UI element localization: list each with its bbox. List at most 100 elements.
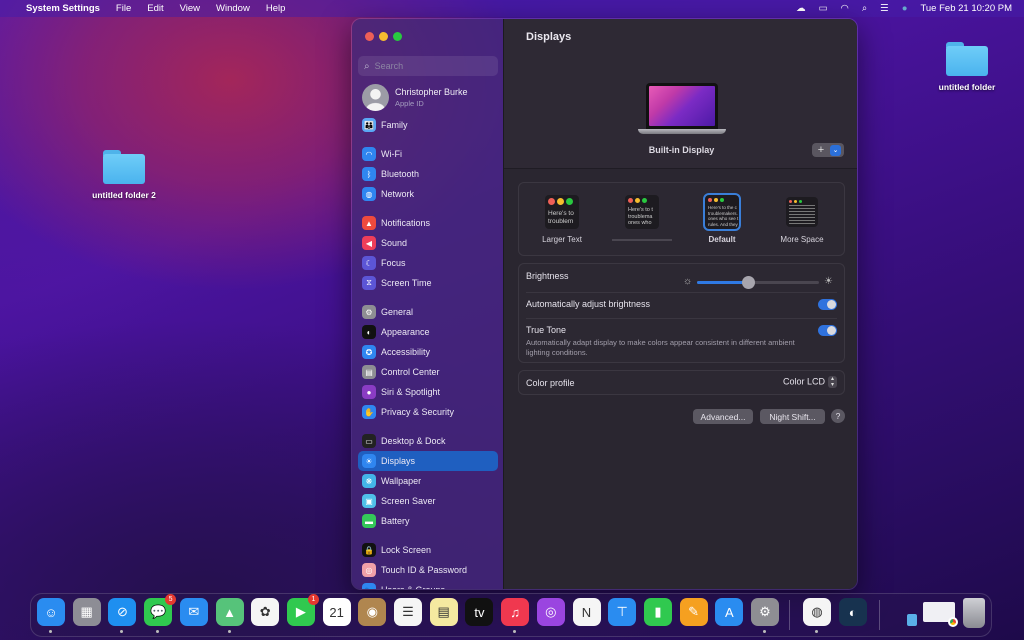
- sidebar: ⌕ Search Christopher Burke Apple ID 👪 Fam…: [352, 19, 504, 589]
- bluetooth-icon: ᛒ: [362, 167, 376, 181]
- sidebar-item-appearance[interactable]: ◐ Appearance: [358, 322, 498, 342]
- desktop-folder[interactable]: untitled folder 2: [79, 150, 169, 200]
- maps-icon: ▲: [223, 604, 236, 620]
- sidebar-item-displays[interactable]: ☀ Displays: [358, 451, 498, 471]
- mail-icon: ✉: [188, 604, 200, 619]
- dock-app-launchpad[interactable]: ▦: [72, 598, 101, 626]
- focus-icon: ☾: [362, 256, 376, 270]
- resolution-option-more-space[interactable]: More Space: [767, 195, 837, 244]
- true-tone-toggle[interactable]: [818, 325, 837, 336]
- dock-app-app-store[interactable]: A: [715, 598, 744, 626]
- finder-icon: ☺: [44, 604, 58, 620]
- reminders-icon: ☰: [402, 604, 414, 619]
- sidebar-item-focus[interactable]: ☾ Focus: [358, 253, 498, 273]
- pages-icon: ✎: [688, 604, 700, 619]
- sidebar-item-label: Desktop & Dock: [381, 436, 446, 446]
- sidebar-item-wi-fi[interactable]: ◠ Wi-Fi: [358, 144, 498, 164]
- family-icon: 👪: [362, 118, 376, 132]
- chevron-down-icon[interactable]: ⌄: [830, 144, 841, 156]
- spotlight-search-icon[interactable]: ⌕: [862, 3, 867, 14]
- trash-icon[interactable]: [963, 598, 985, 628]
- dock-app-calendar[interactable]: 21: [322, 598, 351, 626]
- battery-icon[interactable]: ▭: [819, 3, 828, 14]
- dock-app-mail[interactable]: ✉: [179, 598, 208, 626]
- sidebar-item-screen-time[interactable]: ⧖ Screen Time: [358, 273, 498, 293]
- desktop-folder[interactable]: untitled folder: [922, 42, 1012, 92]
- advanced-button[interactable]: Advanced...: [693, 409, 753, 424]
- clock[interactable]: Tue Feb 21 10:20 PM: [920, 3, 1012, 14]
- sidebar-item-accessibility[interactable]: ✪ Accessibility: [358, 342, 498, 362]
- notification-badge: 5: [165, 594, 177, 605]
- apple-id-profile[interactable]: Christopher Burke Apple ID: [362, 84, 468, 111]
- minimize-button[interactable]: [379, 32, 388, 41]
- sidebar-item-screen-saver[interactable]: ▣ Screen Saver: [358, 491, 498, 511]
- sidebar-item-control-center[interactable]: ▤ Control Center: [358, 362, 498, 382]
- sidebar-item-label: Appearance: [381, 327, 430, 337]
- menu-file[interactable]: File: [116, 3, 131, 14]
- dock-app-steam[interactable]: ◐: [838, 598, 867, 626]
- resolution-label: Default: [708, 235, 736, 244]
- sidebar-item-sound[interactable]: ◀ Sound: [358, 233, 498, 253]
- siri-icon[interactable]: ●: [902, 3, 908, 14]
- dock-app-keynote[interactable]: ⊤: [608, 598, 637, 626]
- search-input[interactable]: ⌕ Search: [358, 56, 498, 76]
- night-shift-button[interactable]: Night Shift...: [760, 409, 825, 424]
- sidebar-item-notifications[interactable]: ▲ Notifications: [358, 213, 498, 233]
- battery-icon: ▬: [362, 514, 376, 528]
- resolution-option[interactable]: Here's to t troublema ones who: [607, 195, 677, 241]
- dock-app-photos[interactable]: ✿: [251, 598, 280, 626]
- photos-icon: ✿: [259, 604, 271, 619]
- dock-app-numbers[interactable]: ▮: [643, 598, 672, 626]
- color-profile-select[interactable]: Color LCD ▴ ▾: [783, 376, 837, 388]
- sidebar-item-wallpaper[interactable]: ❋ Wallpaper: [358, 471, 498, 491]
- sidebar-item-network[interactable]: ◍ Network: [358, 184, 498, 204]
- menu-edit[interactable]: Edit: [147, 3, 163, 14]
- menu-help[interactable]: Help: [266, 3, 286, 14]
- sidebar-item-family[interactable]: 👪 Family: [358, 115, 498, 135]
- dock-app-messages[interactable]: 💬 5: [144, 594, 177, 626]
- laptop-display-icon[interactable]: [638, 83, 726, 139]
- slider-thumb[interactable]: [742, 276, 756, 289]
- resolution-option-larger-text[interactable]: Here's to troublem Larger Text: [527, 195, 597, 244]
- dock-app-notes[interactable]: ▤: [429, 598, 458, 626]
- sidebar-item-privacy-security[interactable]: ✋ Privacy & Security: [358, 402, 498, 422]
- dock-app-maps[interactable]: ▲: [215, 598, 244, 626]
- dock-app-music[interactable]: ♫: [501, 598, 530, 626]
- sidebar-item-lock-screen[interactable]: 🔒 Lock Screen: [358, 540, 498, 560]
- close-button[interactable]: [365, 32, 374, 41]
- dock-app-apple-tv[interactable]: tv: [465, 598, 494, 626]
- sidebar-item-touch-id-password[interactable]: ◎ Touch ID & Password: [358, 560, 498, 580]
- sidebar-item-bluetooth[interactable]: ᛒ Bluetooth: [358, 164, 498, 184]
- sidebar-item-siri-spotlight[interactable]: ● Siri & Spotlight: [358, 382, 498, 402]
- dock-app-reminders[interactable]: ☰: [394, 598, 422, 626]
- dock-app-finder[interactable]: ☺: [37, 598, 65, 626]
- sidebar-item-general[interactable]: ⚙ General: [358, 302, 498, 322]
- creative-cloud-icon[interactable]: ☁: [796, 3, 806, 14]
- add-display-button[interactable]: + ⌄: [812, 143, 844, 157]
- resolution-option-default[interactable]: Here's to the c troublemakers. ones who se…: [687, 193, 757, 244]
- help-button[interactable]: ?: [831, 409, 845, 423]
- menu-window[interactable]: Window: [216, 3, 250, 14]
- sidebar-item-users-groups[interactable]: 👥 Users & Groups: [358, 580, 498, 589]
- zoom-button[interactable]: [393, 32, 402, 41]
- sidebar-item-desktop-dock[interactable]: ▭ Desktop & Dock: [358, 431, 498, 451]
- dock-app-contacts[interactable]: ◉: [358, 598, 387, 626]
- dock-app-pages[interactable]: ✎: [679, 598, 708, 626]
- sidebar-item-label: Family: [381, 120, 408, 130]
- wifi-icon[interactable]: ◠: [841, 3, 849, 14]
- menu-view[interactable]: View: [180, 3, 200, 14]
- dock-app-safari[interactable]: ⊘: [108, 598, 137, 626]
- dock-app-google-chrome[interactable]: ◍: [803, 598, 831, 626]
- dock-app-facetime[interactable]: ▶ 1: [286, 594, 319, 626]
- minimized-window-thumbnail[interactable]: [923, 602, 958, 627]
- auto-brightness-toggle[interactable]: [818, 299, 837, 310]
- control-center-icon[interactable]: ☰: [880, 3, 889, 14]
- brightness-slider[interactable]: ☼ ☀: [683, 276, 833, 289]
- dock-app-system-settings[interactable]: ⚙: [751, 598, 779, 626]
- dock-app-podcasts[interactable]: ◎: [536, 598, 565, 626]
- dock-app-news[interactable]: N: [572, 598, 601, 626]
- minimized-maps-icon[interactable]: [907, 614, 917, 626]
- running-indicator: [227, 630, 231, 633]
- sidebar-item-battery[interactable]: ▬ Battery: [358, 511, 498, 531]
- app-menu[interactable]: System Settings: [26, 3, 100, 14]
